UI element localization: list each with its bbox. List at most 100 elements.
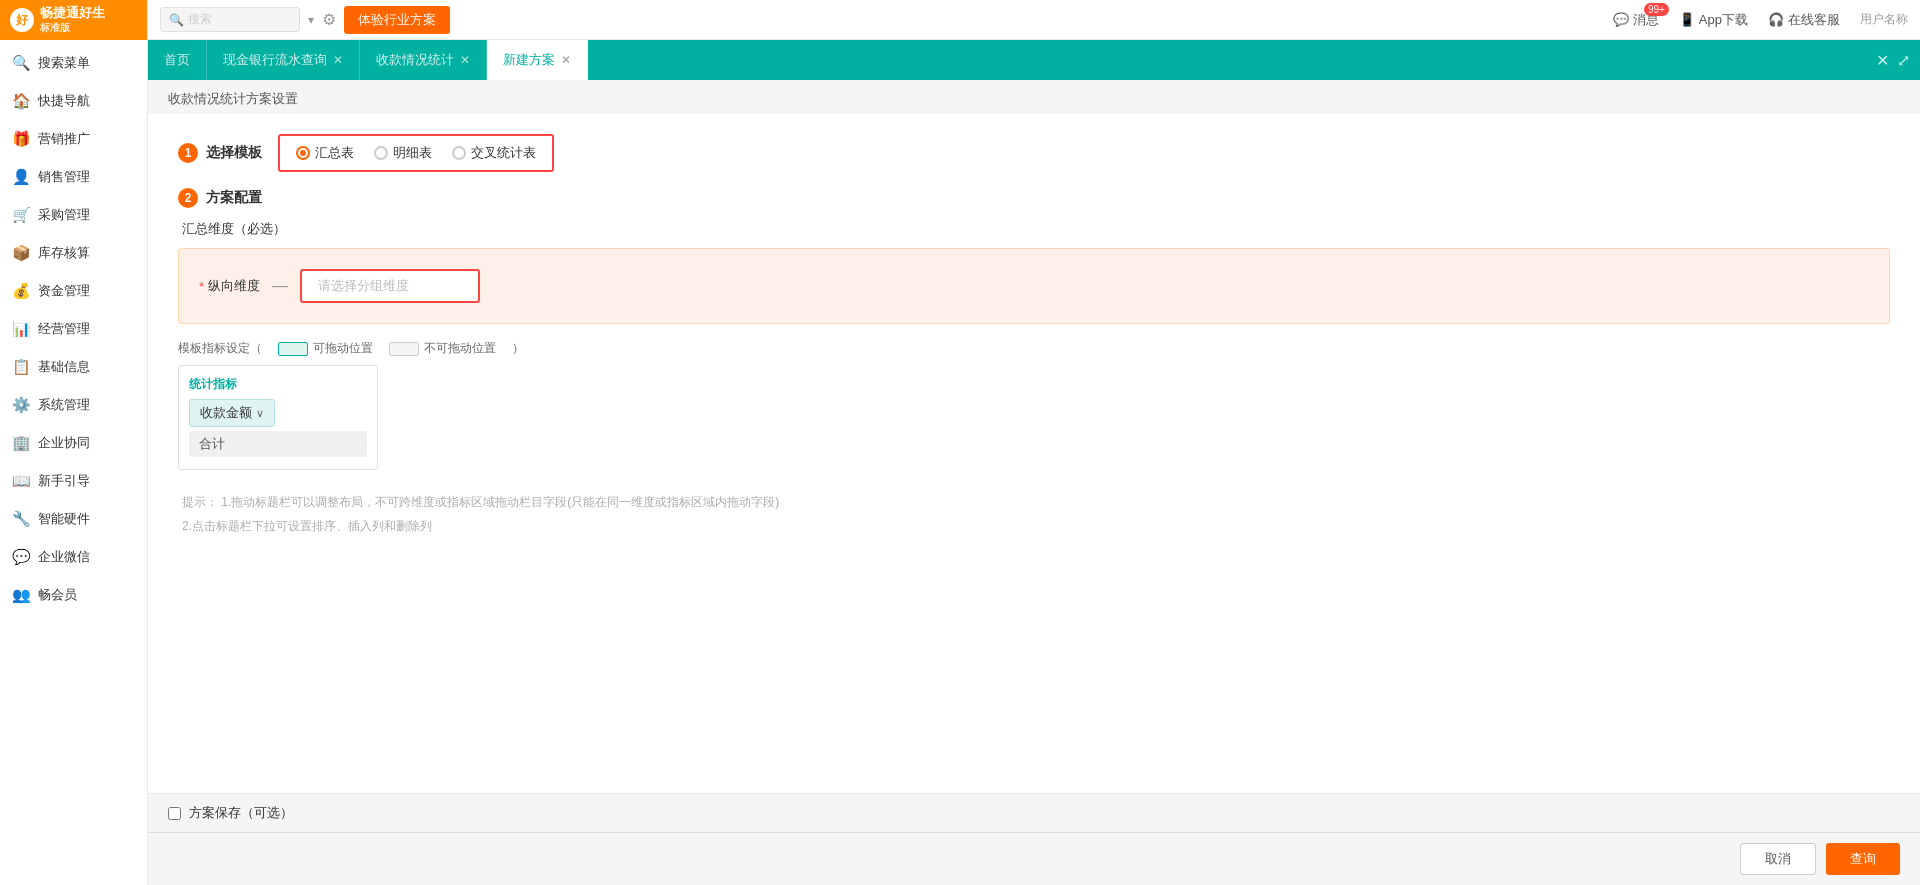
sidebar-item-hardware[interactable]: 🔧 智能硬件 [0, 500, 147, 538]
dimension-select[interactable]: 请选择分组维度 [300, 269, 480, 303]
metrics-label-text: 模板指标设定（ [178, 340, 262, 357]
sidebar-item-finance[interactable]: 💰 资金管理 [0, 272, 147, 310]
subsection-metrics: 模板指标设定（ 可拖动位置 不可拖动位置 ） 统计指标 [178, 340, 1890, 470]
header-dropdown-icon[interactable]: ▾ [308, 13, 314, 27]
dimension-row: * 纵向维度 — 请选择分组维度 [199, 269, 1869, 303]
template-selection-box: 汇总表 明细表 交叉统计表 [278, 134, 554, 172]
step2-label: 方案配置 [206, 189, 262, 207]
home-icon: 🏠 [12, 92, 30, 110]
radio-detail-label: 明细表 [393, 144, 432, 162]
logo-text: 畅捷通好生 [40, 5, 105, 21]
radio-cross-circle [452, 146, 466, 160]
tab-collection-label: 收款情况统计 [376, 51, 454, 69]
sidebar-item-base[interactable]: 📋 基础信息 [0, 348, 147, 386]
tips-section: 提示： 1.拖动标题栏可以调整布局，不可跨维度或指标区域拖动栏目字段(只能在同一… [178, 490, 1890, 538]
radio-summary-label: 汇总表 [315, 144, 354, 162]
sidebar-item-label: 系统管理 [38, 396, 90, 414]
tab-collection[interactable]: 收款情况统计 ✕ [360, 40, 487, 80]
search-box[interactable]: 🔍 搜索 [160, 7, 300, 32]
sidebar-item-inventory[interactable]: 📦 库存核算 [0, 234, 147, 272]
search-icon: 🔍 [12, 54, 30, 72]
sidebar-item-label: 企业协同 [38, 434, 90, 452]
logo-icon: 好 [10, 8, 34, 32]
gift-icon: 🎁 [12, 130, 30, 148]
radio-detail[interactable]: 明细表 [374, 144, 432, 162]
metrics-legend: 模板指标设定（ 可拖动位置 不可拖动位置 ） [178, 340, 1890, 357]
step2-header: 2 方案配置 [178, 188, 1890, 208]
tab-cashflow-label: 现金银行流水查询 [223, 51, 327, 69]
settings-icon[interactable]: ⚙ [322, 10, 336, 29]
clipboard-icon: 📋 [12, 358, 30, 376]
sidebar-item-enterprise[interactable]: 🏢 企业协同 [0, 424, 147, 462]
tab-newplan-label: 新建方案 [503, 51, 555, 69]
sidebar-item-wechat[interactable]: 💬 企业微信 [0, 538, 147, 576]
hardware-icon: 🔧 [12, 510, 30, 528]
sidebar-item-quicknav[interactable]: 🏠 快捷导航 [0, 82, 147, 120]
draggable-box [278, 342, 308, 356]
metric-tag-amount[interactable]: 收款金额 ∨ [189, 399, 275, 427]
sidebar-item-member[interactable]: 👥 畅会员 [0, 576, 147, 614]
header: 🔍 搜索 ▾ ⚙ 体验行业方案 💬 消息 99+ 📱 App下载 🎧 在线客服 … [148, 0, 1920, 40]
vertical-dim-label: 纵向维度 [208, 277, 260, 295]
search-icon: 🔍 [169, 13, 184, 27]
cancel-button[interactable]: 取消 [1740, 843, 1816, 875]
sidebar-item-guide[interactable]: 📖 新手引导 [0, 462, 147, 500]
message-button[interactable]: 💬 消息 99+ [1613, 11, 1659, 29]
metric-amount-label: 收款金额 [200, 404, 252, 422]
template-radio-group: 汇总表 明细表 交叉统计表 [296, 144, 536, 162]
sidebar-item-label: 快捷导航 [38, 92, 90, 110]
message-badge: 99+ [1644, 3, 1669, 16]
save-label: 方案保存（可选） [189, 804, 293, 822]
sidebar-item-label: 采购管理 [38, 206, 90, 224]
metric-sum-label: 合计 [189, 431, 367, 457]
sidebar-item-label: 库存核算 [38, 244, 90, 262]
legend-fixed: 不可拖动位置 [389, 340, 496, 357]
step1-num: 1 [178, 143, 198, 163]
sidebar-item-label: 资金管理 [38, 282, 90, 300]
save-checkbox[interactable] [168, 807, 181, 820]
message-icon: 💬 [1613, 12, 1629, 27]
cart-icon: 🛒 [12, 206, 30, 224]
members-icon: 👥 [12, 586, 30, 604]
tab-cashflow[interactable]: 现金银行流水查询 ✕ [207, 40, 360, 80]
radio-summary[interactable]: 汇总表 [296, 144, 354, 162]
tab-newplan[interactable]: 新建方案 ✕ [487, 40, 588, 80]
sidebar-item-label: 销售管理 [38, 168, 90, 186]
sidebar-logo: 好 畅捷通好生 标准版 [0, 0, 147, 40]
sidebar-item-marketing[interactable]: 🎁 营销推广 [0, 120, 147, 158]
logo-sub: 标准版 [40, 21, 105, 35]
close-window-icon[interactable]: ✕ [1876, 51, 1889, 70]
tab-bar: 首页 现金银行流水查询 ✕ 收款情况统计 ✕ 新建方案 ✕ ✕ ⤢ [148, 40, 1920, 80]
radio-cross[interactable]: 交叉统计表 [452, 144, 536, 162]
metrics-area: 统计指标 收款金额 ∨ 合计 [178, 365, 378, 470]
money-icon: 💰 [12, 282, 30, 300]
service-icon: 🎧 [1768, 12, 1784, 27]
service-button[interactable]: 🎧 在线客服 [1768, 11, 1840, 29]
sidebar-item-purchase[interactable]: 🛒 采购管理 [0, 196, 147, 234]
box-icon: 📦 [12, 244, 30, 262]
radio-summary-circle [296, 146, 310, 160]
service-label: 在线客服 [1788, 11, 1840, 29]
home-tab-label: 首页 [164, 51, 190, 69]
sidebar-item-search[interactable]: 🔍 搜索菜单 [0, 44, 147, 82]
legend-fixed-label: 不可拖动位置 [424, 340, 496, 357]
required-star: * [199, 279, 204, 294]
tab-cashflow-close[interactable]: ✕ [333, 54, 343, 66]
tab-collection-close[interactable]: ✕ [460, 54, 470, 66]
trial-button[interactable]: 体验行业方案 [344, 6, 450, 34]
sidebar-item-sales[interactable]: 👤 销售管理 [0, 158, 147, 196]
sidebar: 好 畅捷通好生 标准版 🔍 搜索菜单 🏠 快捷导航 🎁 营销推广 👤 销售管理 … [0, 0, 148, 885]
sidebar-item-system[interactable]: ⚙️ 系统管理 [0, 386, 147, 424]
download-button[interactable]: 📱 App下载 [1679, 11, 1748, 29]
tab-newplan-close[interactable]: ✕ [561, 54, 571, 66]
legend-draggable: 可拖动位置 [278, 340, 373, 357]
tab-home[interactable]: 首页 [148, 40, 207, 80]
sidebar-item-operation[interactable]: 📊 经营管理 [0, 310, 147, 348]
step2-num: 2 [178, 188, 198, 208]
step2-section: 2 方案配置 汇总维度（必选） * 纵向维度 — 请选择分组维度 [178, 188, 1890, 538]
maximize-icon[interactable]: ⤢ [1897, 51, 1910, 70]
form-card: 1 选择模板 汇总表 明细表 交叉统计表 [148, 114, 1920, 793]
page-titlebar: 收款情况统计方案设置 [148, 80, 1920, 114]
query-button[interactable]: 查询 [1826, 843, 1900, 875]
gear-icon: ⚙️ [12, 396, 30, 414]
